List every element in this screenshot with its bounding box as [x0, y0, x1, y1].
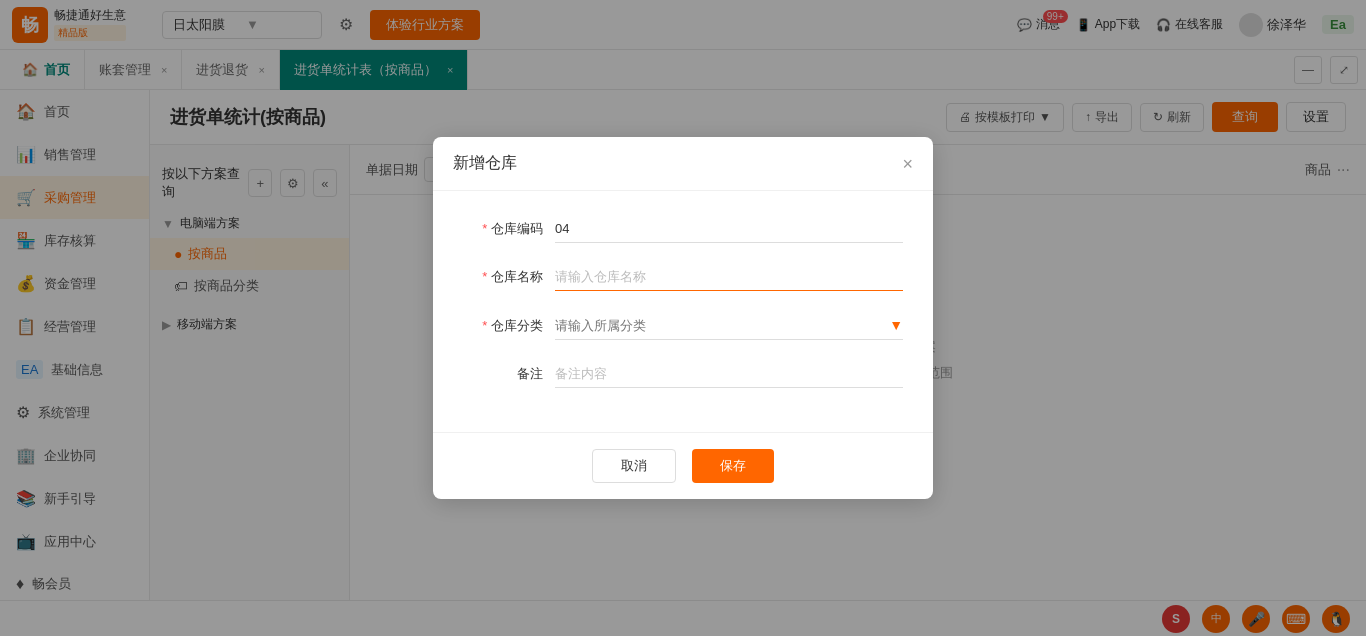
dialog-body: 仓库编码 仓库名称 仓库分类 ▼ 备注 [433, 191, 933, 432]
warehouse-name-input[interactable] [555, 263, 903, 291]
warehouse-remark-input[interactable] [555, 360, 903, 388]
warehouse-category-input[interactable] [555, 318, 889, 333]
dialog-close-btn[interactable]: × [902, 155, 913, 173]
warehouse-code-row: 仓库编码 [463, 215, 903, 243]
new-warehouse-dialog: 新增仓库 × 仓库编码 仓库名称 仓库分类 ▼ [433, 137, 933, 499]
cancel-button[interactable]: 取消 [592, 449, 676, 483]
warehouse-remark-label: 备注 [463, 365, 543, 383]
dialog-header: 新增仓库 × [433, 137, 933, 191]
dialog-footer: 取消 保存 [433, 432, 933, 499]
dialog-title: 新增仓库 [453, 153, 517, 174]
warehouse-name-label: 仓库名称 [463, 268, 543, 286]
warehouse-category-label: 仓库分类 [463, 317, 543, 335]
warehouse-code-input[interactable] [555, 215, 903, 243]
save-button[interactable]: 保存 [692, 449, 774, 483]
warehouse-remark-row: 备注 [463, 360, 903, 388]
warehouse-category-row: 仓库分类 ▼ [463, 311, 903, 340]
warehouse-category-select[interactable]: ▼ [555, 311, 903, 340]
warehouse-name-row: 仓库名称 [463, 263, 903, 291]
warehouse-code-label: 仓库编码 [463, 220, 543, 238]
category-dropdown-icon: ▼ [889, 317, 903, 333]
modal-overlay[interactable]: 新增仓库 × 仓库编码 仓库名称 仓库分类 ▼ [0, 0, 1366, 636]
